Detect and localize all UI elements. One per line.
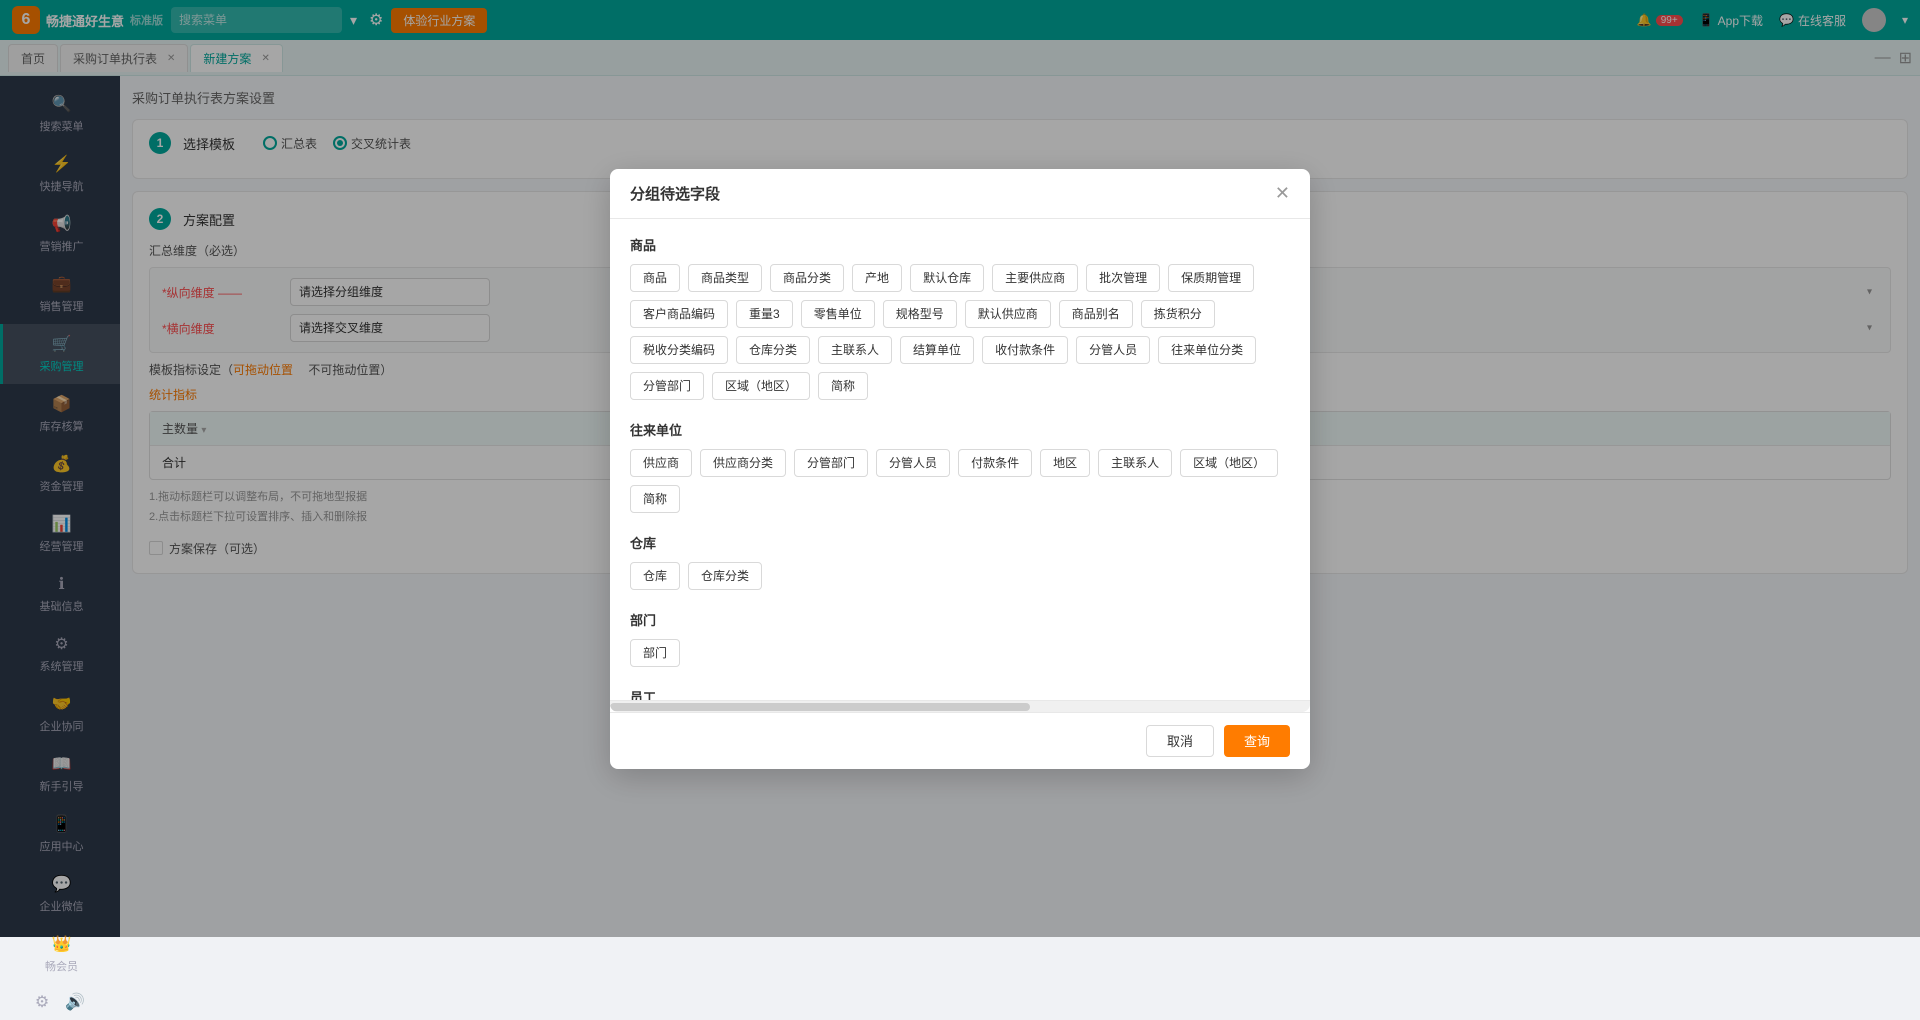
modal: 分组待选字段 ✕ 商品 商品 商品类型 商品分类 产地 默认仓库 主要供应商 批… — [610, 169, 1310, 769]
sidebar-audio-btn[interactable]: 🔊 — [65, 992, 85, 1012]
sidebar-bottom: ⚙ 🔊 — [0, 984, 120, 1020]
tag-supervisor-partner[interactable]: 分管人员 — [876, 449, 950, 477]
modal-close-btn[interactable]: ✕ — [1275, 184, 1290, 202]
tag-goods-type[interactable]: 商品类型 — [688, 264, 762, 292]
modal-header: 分组待选字段 ✕ — [610, 169, 1310, 219]
tag-warehouse-category[interactable]: 仓库分类 — [736, 336, 810, 364]
tag-main-supplier[interactable]: 主要供应商 — [992, 264, 1078, 292]
tag-default-supplier[interactable]: 默认供应商 — [965, 300, 1051, 328]
tag-spec-model[interactable]: 规格型号 — [883, 300, 957, 328]
section-dept: 部门 部门 — [630, 610, 1290, 667]
tag-dept-managed[interactable]: 分管部门 — [630, 372, 704, 400]
tag-dept[interactable]: 部门 — [630, 639, 680, 667]
section-warehouse: 仓库 仓库 仓库分类 — [630, 533, 1290, 590]
tag-weight3[interactable]: 重量3 — [736, 300, 793, 328]
tag-goods[interactable]: 商品 — [630, 264, 680, 292]
tag-area-partner[interactable]: 区域（地区） — [1180, 449, 1278, 477]
section-dept-tags: 部门 — [630, 639, 1290, 667]
tag-short-name-partner[interactable]: 简称 — [630, 485, 680, 513]
tag-warehouse[interactable]: 仓库 — [630, 562, 680, 590]
tag-payment-partner[interactable]: 付款条件 — [958, 449, 1032, 477]
tag-supervisor[interactable]: 分管人员 — [1076, 336, 1150, 364]
tag-settlement-unit[interactable]: 结算单位 — [900, 336, 974, 364]
tag-supplier[interactable]: 供应商 — [630, 449, 692, 477]
tag-supplier-category[interactable]: 供应商分类 — [700, 449, 786, 477]
tag-customer-code[interactable]: 客户商品编码 — [630, 300, 728, 328]
modal-hscrollbar[interactable] — [610, 700, 1310, 712]
member-icon: 👑 — [52, 934, 72, 954]
tag-tax-code[interactable]: 税收分类编码 — [630, 336, 728, 364]
modal-footer: 取消 查询 — [610, 712, 1310, 769]
section-goods-tags: 商品 商品类型 商品分类 产地 默认仓库 主要供应商 批次管理 保质期管理 客户… — [630, 264, 1290, 400]
section-employee-title: 员工 — [630, 687, 1290, 700]
modal-body[interactable]: 商品 商品 商品类型 商品分类 产地 默认仓库 主要供应商 批次管理 保质期管理… — [610, 219, 1310, 700]
tag-origin[interactable]: 产地 — [852, 264, 902, 292]
section-warehouse-tags: 仓库 仓库分类 — [630, 562, 1290, 590]
sidebar-label-member: 畅会员 — [45, 958, 78, 974]
section-partner: 往来单位 供应商 供应商分类 分管部门 分管人员 付款条件 地区 主联系人 区域… — [630, 420, 1290, 513]
modal-overlay: 分组待选字段 ✕ 商品 商品 商品类型 商品分类 产地 默认仓库 主要供应商 批… — [0, 0, 1920, 937]
section-dept-title: 部门 — [630, 610, 1290, 629]
cancel-btn[interactable]: 取消 — [1146, 725, 1214, 757]
tag-short-name-goods[interactable]: 简称 — [818, 372, 868, 400]
tag-region-partner[interactable]: 地区 — [1040, 449, 1090, 477]
tag-contact-partner[interactable]: 主联系人 — [1098, 449, 1172, 477]
section-partner-title: 往来单位 — [630, 420, 1290, 439]
tag-goods-category[interactable]: 商品分类 — [770, 264, 844, 292]
section-goods-title: 商品 — [630, 235, 1290, 254]
tag-payment-terms[interactable]: 收付款条件 — [982, 336, 1068, 364]
tag-main-contact[interactable]: 主联系人 — [818, 336, 892, 364]
modal-title: 分组待选字段 — [630, 183, 720, 204]
tag-partner-type[interactable]: 往来单位分类 — [1158, 336, 1256, 364]
tag-pick-points[interactable]: 拣货积分 — [1141, 300, 1215, 328]
section-warehouse-title: 仓库 — [630, 533, 1290, 552]
tag-warehouse-type[interactable]: 仓库分类 — [688, 562, 762, 590]
section-employee: 员工 业务员 — [630, 687, 1290, 700]
section-partner-tags: 供应商 供应商分类 分管部门 分管人员 付款条件 地区 主联系人 区域（地区） … — [630, 449, 1290, 513]
tag-region-goods[interactable]: 区域（地区） — [712, 372, 810, 400]
confirm-btn[interactable]: 查询 — [1224, 725, 1290, 757]
tag-dept-partner[interactable]: 分管部门 — [794, 449, 868, 477]
tag-shelf-life[interactable]: 保质期管理 — [1168, 264, 1254, 292]
sidebar-settings-btn[interactable]: ⚙ — [35, 992, 49, 1012]
tag-batch-mgmt[interactable]: 批次管理 — [1086, 264, 1160, 292]
tag-default-warehouse[interactable]: 默认仓库 — [910, 264, 984, 292]
tag-goods-alias[interactable]: 商品别名 — [1059, 300, 1133, 328]
section-goods: 商品 商品 商品类型 商品分类 产地 默认仓库 主要供应商 批次管理 保质期管理… — [630, 235, 1290, 400]
modal-hscroll-thumb — [610, 703, 1030, 711]
tag-retail-unit[interactable]: 零售单位 — [801, 300, 875, 328]
